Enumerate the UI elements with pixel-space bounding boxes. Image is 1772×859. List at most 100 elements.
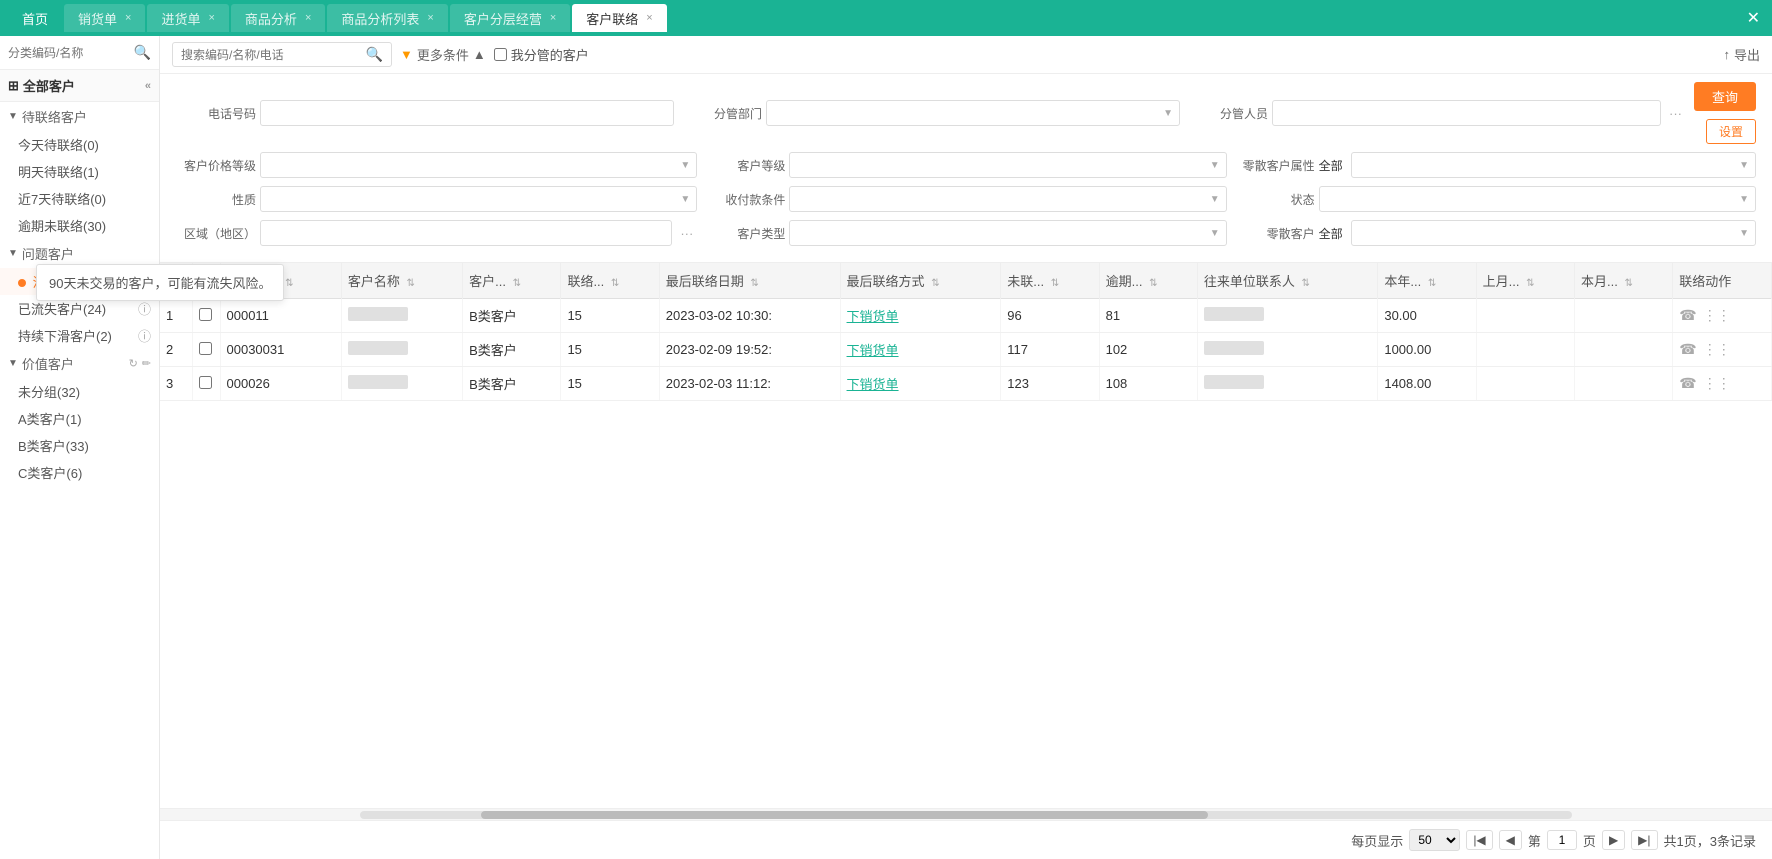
funnel-icon: ▼ [400, 47, 413, 62]
customer-type-select[interactable]: ▼ [789, 220, 1226, 246]
settings-button[interactable]: 设置 [1706, 119, 1756, 144]
grid-icon: ⊞ [8, 78, 19, 94]
th-last-contact-type-sort[interactable]: ⇅ [931, 278, 939, 289]
region-ellipsis[interactable]: ··· [676, 226, 697, 241]
pending-contact-group[interactable]: ▼ 待联络客户 [0, 102, 159, 131]
more-conditions-label: 更多条件 [417, 45, 469, 64]
gender-select[interactable]: ▼ [260, 186, 697, 212]
td-index-2: 2 [160, 333, 192, 367]
th-contact-count-sort[interactable]: ⇅ [611, 278, 619, 289]
prev-page-btn[interactable]: ◀ [1499, 830, 1522, 850]
sidebar-item-tomorrow[interactable]: 明天待联络(1) [0, 158, 159, 185]
customer-level-select[interactable]: ▼ [789, 152, 1226, 178]
retail-attr-arrow: ▼ [1739, 160, 1749, 171]
th-name-sort[interactable]: ⇅ [406, 278, 414, 289]
sidebar-item-declining[interactable]: 持续下滑客户(2) ⓘ [0, 322, 159, 349]
next-page-btn[interactable]: ▶ [1602, 830, 1625, 850]
query-button[interactable]: 查询 [1694, 82, 1756, 111]
retail-attr-select[interactable]: ▼ [1351, 152, 1756, 178]
td-contact-type-3-link: 下销货单 [847, 377, 899, 392]
last-page-btn[interactable]: ▶| [1631, 830, 1657, 850]
my-customers-checkbox[interactable] [494, 48, 507, 61]
table-row: 3 000026 B类客户 15 2023-02-03 11:12: 下销货单 … [160, 367, 1772, 401]
window-close-icon[interactable]: ✕ [1747, 8, 1760, 28]
price-level-select[interactable]: ▼ [260, 152, 697, 178]
th-last-contact-date-sort[interactable]: ⇅ [750, 278, 758, 289]
th-unlisted-sort[interactable]: ⇅ [1051, 278, 1059, 289]
sidebar-item-overdue[interactable]: 逾期未联络(30) [0, 212, 159, 239]
status-select[interactable]: ▼ [1319, 186, 1756, 212]
edit-icon[interactable]: ✏ [142, 357, 151, 370]
row1-checkbox[interactable] [199, 308, 212, 321]
sidebar-search-input[interactable] [8, 46, 134, 60]
sidebar-item-today[interactable]: 今天待联络(0) [0, 131, 159, 158]
th-code-sort[interactable]: ⇅ [285, 278, 293, 289]
more-actions-2[interactable]: ⋮⋮ [1703, 341, 1731, 358]
payment-select[interactable]: ▼ [789, 186, 1226, 212]
filter-row-4: 区域（地区） ··· 客户类型 ▼ 零散客户 全部 [176, 220, 1756, 246]
tab-purchase[interactable]: 进货单 × [147, 4, 228, 32]
collapse-icon[interactable]: « [145, 80, 151, 92]
export-btn[interactable]: ↑ 导出 [1723, 45, 1760, 64]
valued-group[interactable]: ▼ 价值客户 ↻ ✏ [0, 349, 159, 378]
sidebar-item-ungrouped[interactable]: 未分组(32) [0, 378, 159, 405]
tab-product-analysis-close[interactable]: × [305, 12, 311, 24]
manager-select[interactable] [1272, 100, 1661, 126]
sidebar-item-a-class[interactable]: A类客户(1) [0, 405, 159, 432]
scrollbar-thumb[interactable] [481, 811, 1208, 819]
per-page-select[interactable]: 50 20 100 [1409, 829, 1460, 851]
all-customers-header[interactable]: ⊞ 全部客户 « [0, 70, 159, 102]
tab-product-list-close[interactable]: × [427, 12, 433, 24]
td-thismonth-1 [1574, 299, 1672, 333]
th-contact-person-sort[interactable]: ⇅ [1302, 278, 1310, 289]
th-last-contact-date-label: 最后联络日期 [666, 274, 744, 289]
phone-field: 电话号码 [176, 100, 674, 126]
row3-checkbox[interactable] [199, 376, 212, 389]
more-actions-3[interactable]: ⋮⋮ [1703, 375, 1731, 392]
td-contact-type-2[interactable]: 下销货单 [840, 333, 1001, 367]
tab-customer-contact-close[interactable]: × [646, 12, 652, 24]
th-this-month-sort[interactable]: ⇅ [1624, 278, 1632, 289]
row2-checkbox[interactable] [199, 342, 212, 355]
first-page-btn[interactable]: |◀ [1466, 830, 1492, 850]
page-input[interactable] [1547, 830, 1577, 850]
contact-icon-3[interactable]: ☎ [1679, 375, 1696, 392]
contact-icon-2[interactable]: ☎ [1679, 341, 1696, 358]
th-this-month: 本月... ⇅ [1574, 263, 1672, 299]
filter-row-1: 电话号码 分管部门 ▼ 分管人员 ··· [176, 82, 1756, 144]
th-overdue-sort[interactable]: ⇅ [1149, 278, 1157, 289]
manager-ellipsis[interactable]: ··· [1665, 106, 1686, 121]
tab-purchase-close[interactable]: × [208, 12, 214, 24]
tab-home[interactable]: 首页 [8, 4, 62, 32]
main-search-icon[interactable]: 🔍 [366, 46, 383, 63]
tab-product-list[interactable]: 商品分析列表 × [327, 4, 447, 32]
main-search-input[interactable] [181, 48, 366, 62]
contact-icon-1[interactable]: ☎ [1679, 307, 1696, 324]
phone-input[interactable] [260, 100, 674, 126]
th-last-month-sort[interactable]: ⇅ [1526, 278, 1534, 289]
td-contact-type-1[interactable]: 下销货单 [840, 299, 1001, 333]
td-type-1: B类客户 [463, 299, 561, 333]
tab-sales[interactable]: 销货单 × [64, 4, 145, 32]
retail-select[interactable]: ▼ [1351, 220, 1756, 246]
customer-table: ⚙ 客户编码 ⇅ 客户名称 ⇅ 客户... ⇅ [160, 263, 1772, 401]
tab-sales-close[interactable]: × [125, 12, 131, 24]
region-select[interactable] [260, 220, 672, 246]
refresh-icon[interactable]: ↻ [129, 357, 138, 370]
tab-customer-contact[interactable]: 客户联络 × [572, 4, 666, 32]
sidebar-item-c-class[interactable]: C类客户(6) [0, 459, 159, 486]
more-actions-1[interactable]: ⋮⋮ [1703, 307, 1731, 324]
sidebar-item-b-class[interactable]: B类客户(33) [0, 432, 159, 459]
tab-customer-tier-close[interactable]: × [550, 12, 556, 24]
th-this-year-sort[interactable]: ⇅ [1428, 278, 1436, 289]
th-type-sort[interactable]: ⇅ [513, 278, 521, 289]
more-conditions-btn[interactable]: ▼ 更多条件 ▲ [400, 45, 486, 64]
gender-label: 性质 [176, 191, 256, 208]
retail-value: 全部 [1319, 225, 1343, 242]
td-contact-type-3[interactable]: 下销货单 [840, 367, 1001, 401]
tab-product-analysis[interactable]: 商品分析 × [231, 4, 325, 32]
tab-customer-tier[interactable]: 客户分层经营 × [450, 4, 570, 32]
horizontal-scrollbar[interactable] [160, 808, 1772, 820]
dept-select[interactable]: ▼ [766, 100, 1180, 126]
sidebar-item-7days[interactable]: 近7天待联络(0) [0, 185, 159, 212]
